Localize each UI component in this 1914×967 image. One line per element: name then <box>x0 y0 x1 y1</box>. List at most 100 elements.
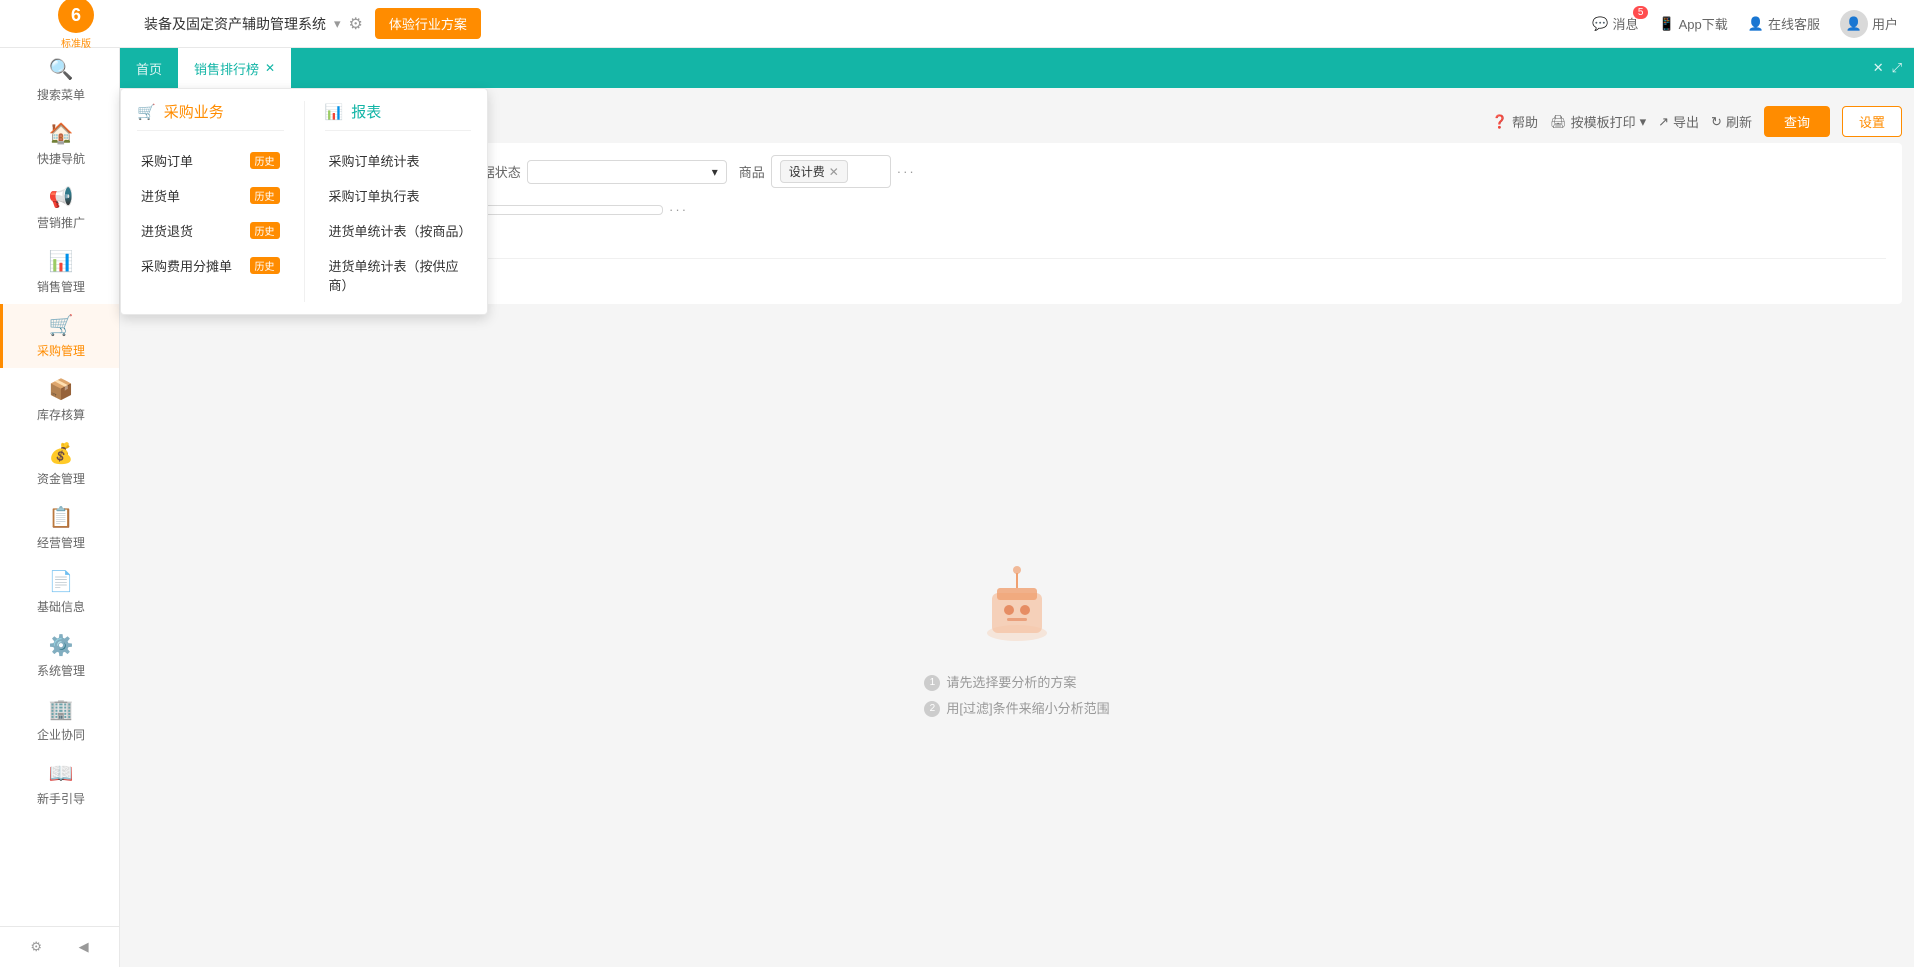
query-button[interactable]: 查询 <box>1764 106 1830 137</box>
history-badge-0: 历史 <box>250 152 280 169</box>
sidebar-label-operation: 经营管理 <box>37 534 85 551</box>
history-badge-3: 历史 <box>250 257 280 274</box>
app-download-item[interactable]: 📱 App下载 <box>1658 14 1727 33</box>
sidebar: 🔍 搜索菜单 🏠 快捷导航 📢 营销推广 📊 销售管理 🛒 采购管理 📦 库存核… <box>0 48 120 967</box>
sidebar-label-inventory: 库存核算 <box>37 406 85 423</box>
sidebar-collapse-icon[interactable]: ◀ <box>79 939 89 955</box>
dropdown-purchase-return[interactable]: 进货退货 历史 <box>137 213 284 248</box>
guide-icon: 📖 <box>49 761 74 786</box>
tip-num-2: 2 <box>924 701 940 717</box>
tab-maximize-icon[interactable]: ⤢ <box>1892 60 1902 76</box>
sidebar-label-finance: 资金管理 <box>37 470 85 487</box>
tab-home-label: 首页 <box>136 59 162 78</box>
empty-tip-1: 1 请先选择要分析的方案 <box>924 670 1109 696</box>
tab-close-icon[interactable]: ✕ <box>265 61 275 75</box>
inventory-icon: 📦 <box>49 377 74 402</box>
logo-text: 标准版 <box>61 35 91 50</box>
dropdown-report-3[interactable]: 进货单统计表（按商品） <box>325 213 472 248</box>
goods-tag-close[interactable]: ✕ <box>829 165 839 179</box>
goods-input[interactable]: 设计费 ✕ <box>771 155 891 188</box>
sidebar-item-marketing[interactable]: 📢 营销推广 <box>0 176 119 240</box>
empty-tip-2: 2 用[过滤]条件来缩小分析范围 <box>924 696 1109 722</box>
sidebar-item-search[interactable]: 🔍 搜索菜单 <box>0 48 119 112</box>
finance-icon: 💰 <box>49 441 74 466</box>
logo-icon: 6 <box>58 0 94 33</box>
tab-window-controls: ✕ ⤢ <box>1873 60 1914 76</box>
help-button[interactable]: ❓ 帮助 <box>1492 112 1538 131</box>
system-gear-icon[interactable]: ⚙ <box>349 14 363 34</box>
industry-button[interactable]: 体验行业方案 <box>375 8 481 39</box>
message-icon: 💬 <box>1592 16 1608 32</box>
service-label: 在线客服 <box>1768 14 1820 33</box>
avatar-icon: 👤 <box>1846 16 1862 32</box>
dropdown-report-2-label: 采购订单执行表 <box>329 186 420 205</box>
purchase-business-title: 🛒 采购业务 <box>137 101 284 131</box>
sidebar-item-purchase[interactable]: 🛒 采购管理 <box>0 304 119 368</box>
reports-title: 📊 报表 <box>325 101 472 131</box>
tip-text-2: 用[过滤]条件来缩小分析范围 <box>946 696 1109 722</box>
doc-status-select[interactable]: ▾ <box>527 160 727 184</box>
help-icon: ❓ <box>1492 114 1508 130</box>
dropdown-report-2[interactable]: 采购订单执行表 <box>325 178 472 213</box>
goods-more-dots[interactable]: ··· <box>897 164 916 179</box>
dropdown-purchase-return-label: 进货退货 <box>141 221 193 240</box>
system-dropdown-icon[interactable]: ▾ <box>334 16 341 32</box>
export-label: 导出 <box>1673 112 1699 131</box>
goods-tag: 设计费 ✕ <box>780 160 848 183</box>
refresh-button[interactable]: ↻ 刷新 <box>1711 112 1752 131</box>
sales-icon: 📊 <box>49 249 74 274</box>
sidebar-item-guide[interactable]: 📖 新手引导 <box>0 752 119 816</box>
goods-tag-text: 设计费 <box>789 163 825 180</box>
goods-label: 商品 <box>739 162 765 181</box>
enterprise-icon: 🏢 <box>49 697 74 722</box>
export-button[interactable]: ↗ 导出 <box>1658 112 1699 131</box>
system-title-area: 装备及固定资产辅助管理系统 ▾ ⚙ <box>144 14 363 34</box>
user-label: 用户 <box>1872 14 1898 33</box>
sidebar-label-marketing: 营销推广 <box>37 214 85 231</box>
print-icon: 🖨 <box>1550 114 1567 130</box>
sidebar-item-operation[interactable]: 📋 经营管理 <box>0 496 119 560</box>
search-icon: 🔍 <box>49 57 74 82</box>
sidebar-item-basic[interactable]: 📄 基础信息 <box>0 560 119 624</box>
sidebar-label-purchase: 采购管理 <box>37 342 85 359</box>
sidebar-settings-icon[interactable]: ⚙ <box>30 939 42 955</box>
refresh-icon: ↻ <box>1711 114 1722 130</box>
operation-icon: 📋 <box>49 505 74 530</box>
help-label: 帮助 <box>1512 112 1538 131</box>
dropdown-purchase-inbound[interactable]: 进货单 历史 <box>137 178 284 213</box>
sidebar-item-quick[interactable]: 🏠 快捷导航 <box>0 112 119 176</box>
print-button[interactable]: 🖨 按模板打印 ▾ <box>1550 112 1646 131</box>
export-icon: ↗ <box>1658 114 1669 130</box>
purchase-col-title-text: 采购业务 <box>164 101 224 122</box>
sidebar-item-finance[interactable]: 💰 资金管理 <box>0 432 119 496</box>
purchase-col-icon: 🛒 <box>137 103 156 121</box>
sidebar-item-enterprise[interactable]: 🏢 企业协同 <box>0 688 119 752</box>
dropdown-report-4[interactable]: 进货单统计表（按供应商） <box>325 248 472 302</box>
dropdown-report-1[interactable]: 采购订单统计表 <box>325 143 472 178</box>
sidebar-label-system: 系统管理 <box>37 662 85 679</box>
purchase-dropdown-menu: 🛒 采购业务 采购订单 历史 进货单 历史 进货退货 历史 采购费用分摊单 历史… <box>120 88 488 315</box>
tab-home[interactable]: 首页 <box>120 48 178 88</box>
service-item[interactable]: 👤 在线客服 <box>1748 14 1820 33</box>
sidebar-label-enterprise: 企业协同 <box>37 726 85 743</box>
tab-close-window-icon[interactable]: ✕ <box>1873 60 1884 76</box>
sidebar-label-search: 搜索菜单 <box>37 86 85 103</box>
message-item[interactable]: 💬 消息 5 <box>1592 14 1638 33</box>
sidebar-item-inventory[interactable]: 📦 库存核算 <box>0 368 119 432</box>
dropdown-purchase-order[interactable]: 采购订单 历史 <box>137 143 284 178</box>
dropdown-purchase-cost[interactable]: 采购费用分摊单 历史 <box>137 248 284 283</box>
settings-button[interactable]: 设置 <box>1842 106 1902 137</box>
user-avatar: 👤 <box>1840 10 1868 38</box>
tip-text-1: 请先选择要分析的方案 <box>946 670 1076 696</box>
reports-col-icon: 📊 <box>325 103 344 121</box>
dropdown-divider <box>304 101 305 302</box>
tab-sales-ranking[interactable]: 销售排行榜 ✕ <box>178 48 291 88</box>
sidebar-item-system[interactable]: ⚙️ 系统管理 <box>0 624 119 688</box>
sidebar-label-guide: 新手引导 <box>37 790 85 807</box>
sidebar-item-sales[interactable]: 📊 销售管理 <box>0 240 119 304</box>
empty-tips: 1 请先选择要分析的方案 2 用[过滤]条件来缩小分析范围 <box>924 670 1109 722</box>
sidebar-label-sales: 销售管理 <box>37 278 85 295</box>
user-item[interactable]: 👤 用户 <box>1840 10 1898 38</box>
salesperson-more-dots[interactable]: ··· <box>669 202 688 217</box>
salesperson-input[interactable] <box>463 205 663 215</box>
